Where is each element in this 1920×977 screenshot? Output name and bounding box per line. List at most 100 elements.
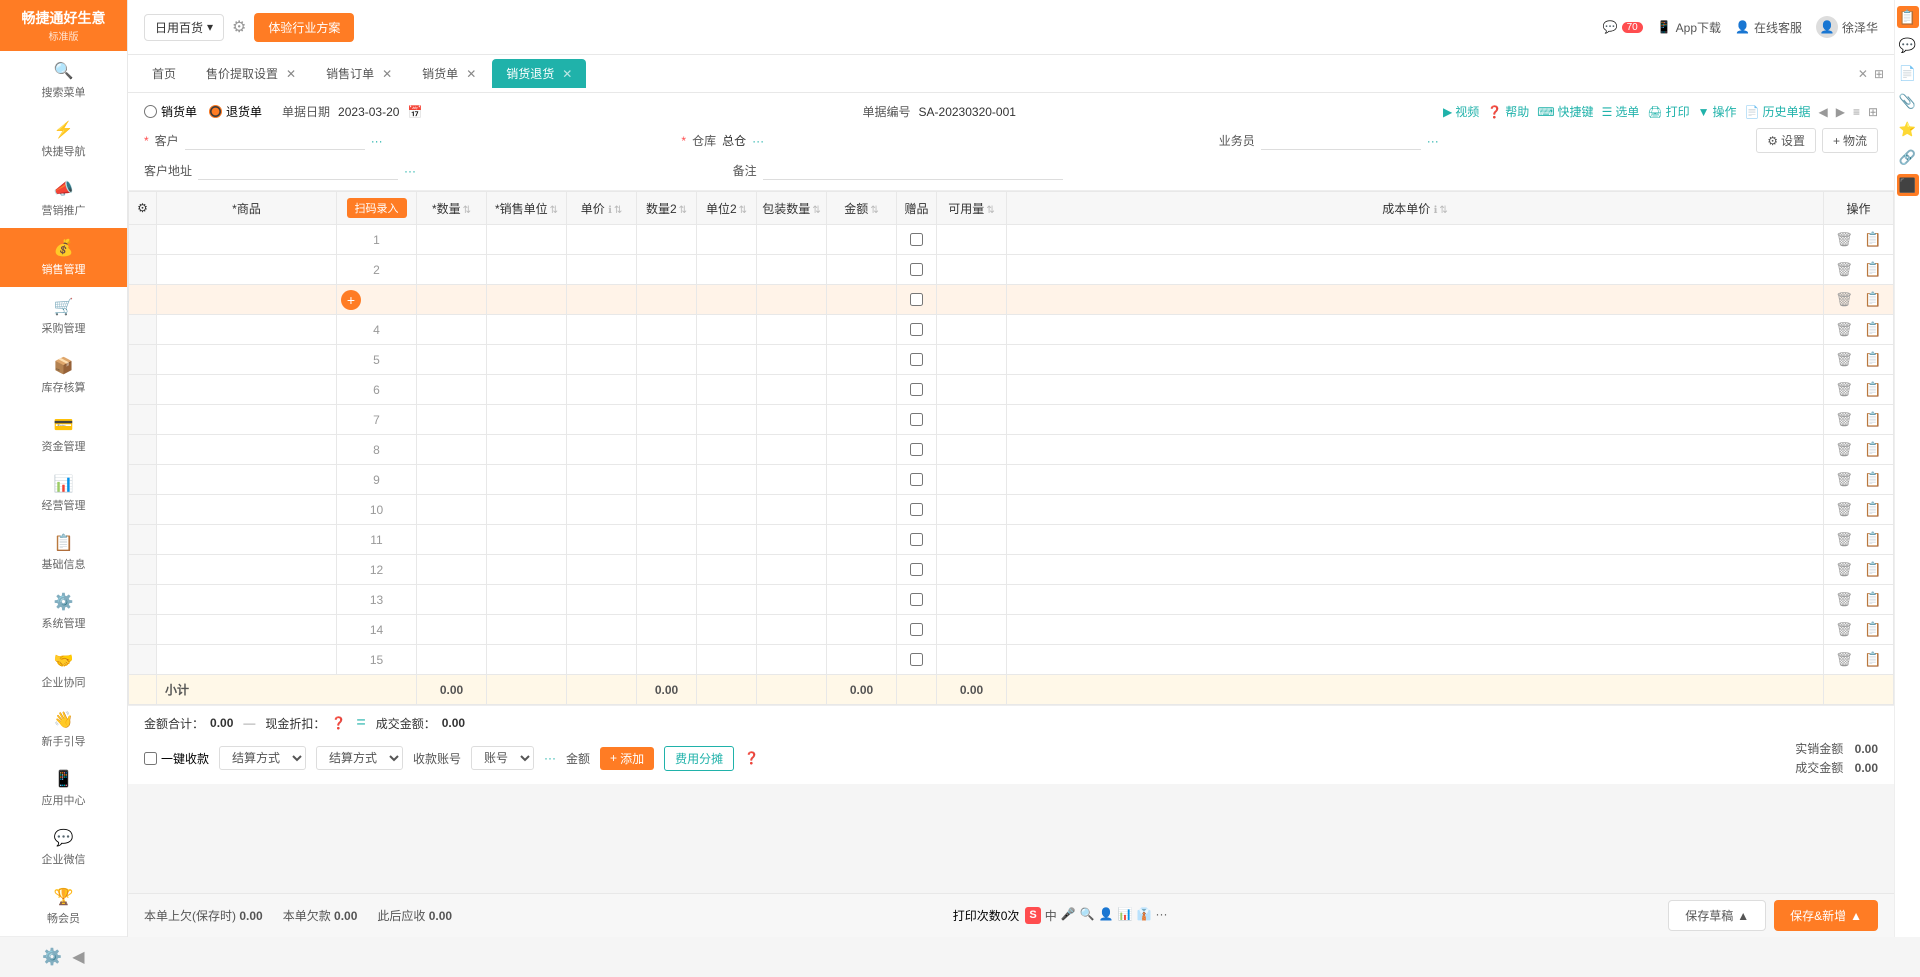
gift-checkbox-13[interactable]: [910, 593, 923, 606]
sale-radio-input[interactable]: [144, 105, 157, 118]
goods-input-2[interactable]: [165, 263, 327, 277]
unit2-cell-3[interactable]: [697, 285, 757, 315]
select-link[interactable]: ☰ 选单: [1602, 103, 1640, 120]
unit2-cell-5[interactable]: [697, 345, 757, 375]
save-new-btn[interactable]: 保存&新增 ▲: [1774, 900, 1878, 931]
del-btn-6[interactable]: 🗑: [1831, 379, 1857, 400]
cost-cell-8[interactable]: [1007, 435, 1824, 465]
amount-cell-15[interactable]: [827, 645, 897, 675]
gift-cell-12[interactable]: [897, 555, 937, 585]
del-btn-7[interactable]: 🗑: [1831, 409, 1857, 430]
amount-cell-13[interactable]: [827, 585, 897, 615]
available-cell-7[interactable]: [937, 405, 1007, 435]
gift-cell-8[interactable]: [897, 435, 937, 465]
pkg-cell-1[interactable]: [757, 225, 827, 255]
copy-btn-4[interactable]: 📋: [1860, 319, 1885, 340]
gift-checkbox-1[interactable]: [910, 233, 923, 246]
gift-checkbox-3[interactable]: [910, 293, 923, 306]
available-cell-11[interactable]: [937, 525, 1007, 555]
gift-checkbox-9[interactable]: [910, 473, 923, 486]
qty-cell-4[interactable]: [417, 315, 487, 345]
col-scan[interactable]: 扫码录入: [337, 192, 417, 225]
goods-cell-3[interactable]: [157, 285, 337, 315]
message-item[interactable]: 💬 70: [1603, 20, 1643, 34]
unit2-cell-11[interactable]: [697, 525, 757, 555]
copy-btn-6[interactable]: 📋: [1860, 379, 1885, 400]
price-cell-5[interactable]: [567, 345, 637, 375]
goods-cell-5[interactable]: [157, 345, 337, 375]
price-cell-7[interactable]: [567, 405, 637, 435]
pkg-cell-12[interactable]: [757, 555, 827, 585]
qty2-cell-10[interactable]: [637, 495, 697, 525]
goods-cell-14[interactable]: [157, 615, 337, 645]
address-input[interactable]: [198, 161, 398, 180]
user-item[interactable]: 👤 徐泽华: [1816, 16, 1878, 38]
cost-cell-4[interactable]: [1007, 315, 1824, 345]
del-btn-10[interactable]: 🗑: [1831, 499, 1857, 520]
qty-cell-15[interactable]: [417, 645, 487, 675]
video-link[interactable]: ▶ 视频: [1443, 103, 1479, 120]
del-btn-14[interactable]: 🗑: [1831, 619, 1857, 640]
close-window-icon[interactable]: ✕: [1858, 67, 1868, 81]
help-icon[interactable]: ❓: [331, 716, 346, 730]
rp-icon-2[interactable]: 📄: [1897, 62, 1919, 84]
amount-cell-8[interactable]: [827, 435, 897, 465]
goods-input-13[interactable]: [165, 593, 327, 607]
gift-checkbox-8[interactable]: [910, 443, 923, 456]
del-btn-3[interactable]: 🗑: [1831, 289, 1857, 310]
goods-input-4[interactable]: [165, 323, 327, 337]
tab-close-4[interactable]: ✕: [562, 67, 572, 81]
cost-cell-3[interactable]: [1007, 285, 1824, 315]
pkg-cell-15[interactable]: [757, 645, 827, 675]
tab-close-1[interactable]: ✕: [286, 67, 296, 81]
del-btn-8[interactable]: 🗑: [1831, 439, 1857, 460]
pkg-cell-5[interactable]: [757, 345, 827, 375]
available-cell-5[interactable]: [937, 345, 1007, 375]
cost-cell-6[interactable]: [1007, 375, 1824, 405]
amount-cell-5[interactable]: [827, 345, 897, 375]
available-cell-4[interactable]: [937, 315, 1007, 345]
unit2-cell-12[interactable]: [697, 555, 757, 585]
setting-btn[interactable]: ⚙ 设置: [1756, 128, 1816, 153]
one-click-checkbox[interactable]: [144, 752, 157, 765]
col-gear[interactable]: ⚙: [129, 192, 157, 225]
grid-view-icon[interactable]: ⊞: [1868, 105, 1878, 119]
pkg-cell-11[interactable]: [757, 525, 827, 555]
gift-checkbox-7[interactable]: [910, 413, 923, 426]
pkg-cell-9[interactable]: [757, 465, 827, 495]
rp-icon-3[interactable]: 📎: [1897, 90, 1919, 112]
calendar-icon[interactable]: 📅: [407, 105, 422, 119]
note-input[interactable]: [763, 161, 1063, 180]
goods-cell-4[interactable]: [157, 315, 337, 345]
sidebar-item-search[interactable]: 🔍搜索菜单: [0, 51, 127, 110]
gift-checkbox-5[interactable]: [910, 353, 923, 366]
goods-input-7[interactable]: [165, 413, 327, 427]
goods-cell-13[interactable]: [157, 585, 337, 615]
save-draft-btn[interactable]: 保存草稿 ▲: [1668, 900, 1766, 931]
add-cost-btn[interactable]: + 添加: [600, 747, 654, 770]
available-cell-1[interactable]: [937, 225, 1007, 255]
gift-checkbox-11[interactable]: [910, 533, 923, 546]
qty-cell-2[interactable]: [417, 255, 487, 285]
qty-cell-6[interactable]: [417, 375, 487, 405]
copy-btn-13[interactable]: 📋: [1860, 589, 1885, 610]
available-cell-2[interactable]: [937, 255, 1007, 285]
qty2-cell-7[interactable]: [637, 405, 697, 435]
sidebar-item-wechat[interactable]: 💬企业微信: [0, 818, 127, 877]
cost-cell-12[interactable]: [1007, 555, 1824, 585]
rp-icon-6[interactable]: ⬛: [1897, 174, 1919, 196]
gift-cell-15[interactable]: [897, 645, 937, 675]
amount-cell-7[interactable]: [827, 405, 897, 435]
help-cost-icon[interactable]: ❓: [744, 751, 759, 765]
unit-cell-5[interactable]: [487, 345, 567, 375]
unit-cell-8[interactable]: [487, 435, 567, 465]
goods-input-6[interactable]: [165, 383, 327, 397]
gift-cell-4[interactable]: [897, 315, 937, 345]
unit-cell-7[interactable]: [487, 405, 567, 435]
unit2-cell-15[interactable]: [697, 645, 757, 675]
tab-close-3[interactable]: ✕: [466, 67, 476, 81]
amount-cell-9[interactable]: [827, 465, 897, 495]
amount-cell-1[interactable]: [827, 225, 897, 255]
del-btn-15[interactable]: 🗑: [1831, 649, 1857, 670]
qty2-cell-12[interactable]: [637, 555, 697, 585]
